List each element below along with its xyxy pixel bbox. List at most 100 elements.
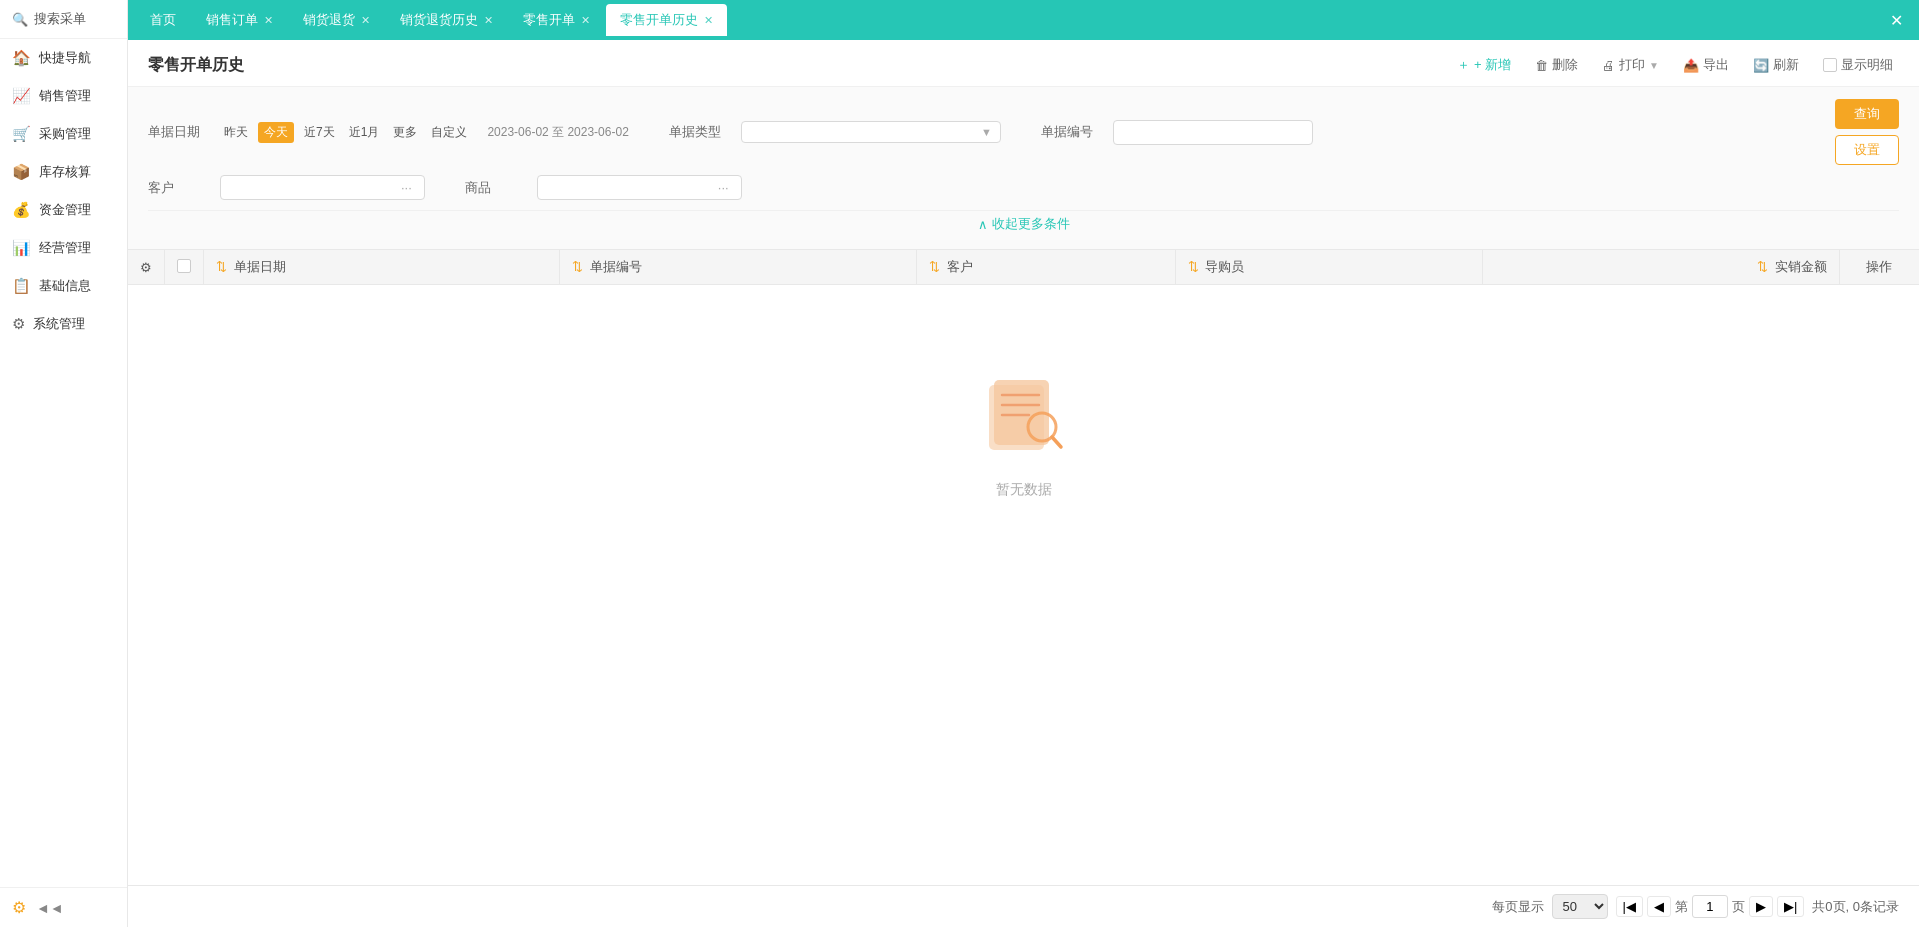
- tab-sales-return[interactable]: 销货退货 ✕: [289, 4, 384, 36]
- sidebar-item-basic-info[interactable]: 📋 基础信息: [0, 267, 127, 305]
- delete-button[interactable]: 🗑 删除: [1529, 52, 1584, 78]
- tab-retail-open-close-icon[interactable]: ✕: [581, 14, 590, 27]
- last-page-button[interactable]: ▶|: [1777, 896, 1804, 917]
- empty-icon: [974, 365, 1074, 465]
- export-button[interactable]: 📤 导出: [1677, 52, 1735, 78]
- tab-sales-order-close-icon[interactable]: ✕: [264, 14, 273, 27]
- sidebar-item-system[interactable]: ⚙ 系统管理: [0, 305, 127, 343]
- svg-line-6: [1052, 437, 1061, 447]
- first-page-button[interactable]: |◀: [1616, 896, 1643, 917]
- sidebar-search[interactable]: 🔍 搜索采单: [0, 0, 127, 39]
- tab-sales-return-history[interactable]: 销货退货历史 ✕: [386, 4, 507, 36]
- content-area: 零售开单历史 ＋ + 新增 🗑 删除 🖨 打印 ▼ 📤 导出: [128, 40, 1919, 927]
- page-title: 零售开单历史: [148, 55, 244, 76]
- page-header: 零售开单历史 ＋ + 新增 🗑 删除 🖨 打印 ▼ 📤 导出: [128, 40, 1919, 87]
- tab-retail-history-close-icon[interactable]: ✕: [704, 14, 713, 27]
- tab-retail-open[interactable]: 零售开单 ✕: [509, 4, 604, 36]
- last7days-btn[interactable]: 近7天: [300, 122, 339, 143]
- sidebar-item-quick-nav[interactable]: 🏠 快捷导航: [0, 39, 127, 77]
- last1month-btn[interactable]: 近1月: [345, 122, 384, 143]
- purchase-icon: 🛒: [12, 125, 31, 143]
- tab-sales-return-close-icon[interactable]: ✕: [361, 14, 370, 27]
- col-amount-label: 实销金额: [1775, 259, 1827, 274]
- table-header-settings[interactable]: ⚙: [128, 250, 165, 285]
- info-icon: 📋: [12, 277, 31, 295]
- tab-sales-return-label: 销货退货: [303, 11, 355, 29]
- page-input[interactable]: [1692, 895, 1728, 918]
- tab-retail-history[interactable]: 零售开单历史 ✕: [606, 4, 727, 36]
- date-filter-label: 单据日期: [148, 123, 204, 141]
- type-filter-label: 单据类型: [669, 123, 725, 141]
- tab-sales-return-history-close-icon[interactable]: ✕: [484, 14, 493, 27]
- today-btn[interactable]: 今天: [258, 122, 294, 143]
- table-header-check[interactable]: [165, 250, 204, 285]
- home-icon: 🏠: [12, 49, 31, 67]
- more-btn[interactable]: 更多: [389, 122, 421, 143]
- display-detail-button[interactable]: 显示明细: [1817, 52, 1899, 78]
- custom-btn[interactable]: 自定义: [427, 122, 471, 143]
- table-header-guide[interactable]: ⇅ 导购员: [1175, 250, 1483, 285]
- customer-filter-input[interactable]: [229, 180, 397, 195]
- sidebar-label: 采购管理: [39, 125, 91, 143]
- tab-home-label: 首页: [150, 11, 176, 29]
- tab-sales-return-history-label: 销货退货历史: [400, 11, 478, 29]
- table-header-date[interactable]: ⇅ 单据日期: [204, 250, 560, 285]
- collapse-more-button[interactable]: ∧ 收起更多条件: [148, 210, 1899, 237]
- number-filter-input[interactable]: [1113, 120, 1313, 145]
- settings-button[interactable]: 设置: [1835, 135, 1899, 165]
- sort-customer-icon: ⇅: [929, 259, 940, 274]
- window-close-icon[interactable]: ✕: [1882, 11, 1911, 30]
- sidebar-item-purchase-mgmt[interactable]: 🛒 采购管理: [0, 115, 127, 153]
- tab-sales-order[interactable]: 销售订单 ✕: [192, 4, 287, 36]
- delete-label: 删除: [1552, 56, 1578, 74]
- table-area: ⚙ ⇅ 单据日期 ⇅ 单据编号 ⇅: [128, 250, 1919, 885]
- next-page-button[interactable]: ▶: [1749, 896, 1773, 917]
- sidebar-item-operations[interactable]: 📊 经营管理: [0, 229, 127, 267]
- system-icon: ⚙: [12, 315, 25, 333]
- sidebar-label: 经营管理: [39, 239, 91, 257]
- ops-icon: 📊: [12, 239, 31, 257]
- type-filter-select[interactable]: ▼: [741, 121, 1001, 143]
- goods-filter-input[interactable]: [546, 180, 714, 195]
- main-area: 首页 销售订单 ✕ 销货退货 ✕ 销货退货历史 ✕ 零售开单 ✕ 零售开单历史 …: [128, 0, 1919, 927]
- add-label: + 新增: [1474, 56, 1511, 74]
- page-label: 第: [1675, 898, 1688, 916]
- toolbar: ＋ + 新增 🗑 删除 🖨 打印 ▼ 📤 导出 🔄: [1451, 52, 1899, 78]
- col-guide-label: 导购员: [1205, 259, 1244, 274]
- tab-home[interactable]: 首页: [136, 4, 190, 36]
- goods-picker-icon[interactable]: ···: [714, 180, 733, 195]
- delete-icon: 🗑: [1535, 58, 1548, 73]
- date-filter-buttons: 昨天 今天 近7天 近1月 更多 自定义: [220, 122, 471, 143]
- sort-guide-icon: ⇅: [1188, 259, 1199, 274]
- add-button[interactable]: ＋ + 新增: [1451, 52, 1517, 78]
- settings-gear-icon[interactable]: ⚙: [12, 898, 26, 917]
- sidebar-item-inventory[interactable]: 📦 库存核算: [0, 153, 127, 191]
- print-button[interactable]: 🖨 打印 ▼: [1596, 52, 1665, 78]
- sidebar-collapse-icon[interactable]: ◄◄: [36, 900, 64, 916]
- table-header-number[interactable]: ⇅ 单据编号: [560, 250, 916, 285]
- yesterday-btn[interactable]: 昨天: [220, 122, 252, 143]
- per-page-select[interactable]: 50 100 200: [1552, 894, 1608, 919]
- export-label: 导出: [1703, 56, 1729, 74]
- query-button[interactable]: 查询: [1835, 99, 1899, 129]
- sidebar-item-sales-mgmt[interactable]: 📈 销售管理: [0, 77, 127, 115]
- table-header-amount[interactable]: ⇅ 实销金额: [1483, 250, 1840, 285]
- export-icon: 📤: [1683, 58, 1699, 73]
- table-header-ops: 操作: [1839, 250, 1919, 285]
- customer-filter-input-wrap: ···: [220, 175, 425, 200]
- customer-picker-icon[interactable]: ···: [397, 180, 416, 195]
- sidebar-bottom: ⚙ ◄◄: [0, 887, 127, 927]
- select-all-checkbox[interactable]: [177, 259, 191, 273]
- table-header-customer[interactable]: ⇅ 客户: [916, 250, 1175, 285]
- refresh-label: 刷新: [1773, 56, 1799, 74]
- sidebar-item-finance[interactable]: 💰 资金管理: [0, 191, 127, 229]
- sidebar-label: 基础信息: [39, 277, 91, 295]
- per-page-label: 每页显示: [1492, 898, 1544, 916]
- refresh-button[interactable]: 🔄 刷新: [1747, 52, 1805, 78]
- col-number-label: 单据编号: [590, 259, 642, 274]
- filter-row-1: 单据日期 昨天 今天 近7天 近1月 更多 自定义 2023-06-02 至 2…: [148, 99, 1899, 165]
- prev-page-button[interactable]: ◀: [1647, 896, 1671, 917]
- tab-retail-open-label: 零售开单: [523, 11, 575, 29]
- filter-area: 单据日期 昨天 今天 近7天 近1月 更多 自定义 2023-06-02 至 2…: [128, 87, 1919, 250]
- sort-date-icon: ⇅: [216, 259, 227, 274]
